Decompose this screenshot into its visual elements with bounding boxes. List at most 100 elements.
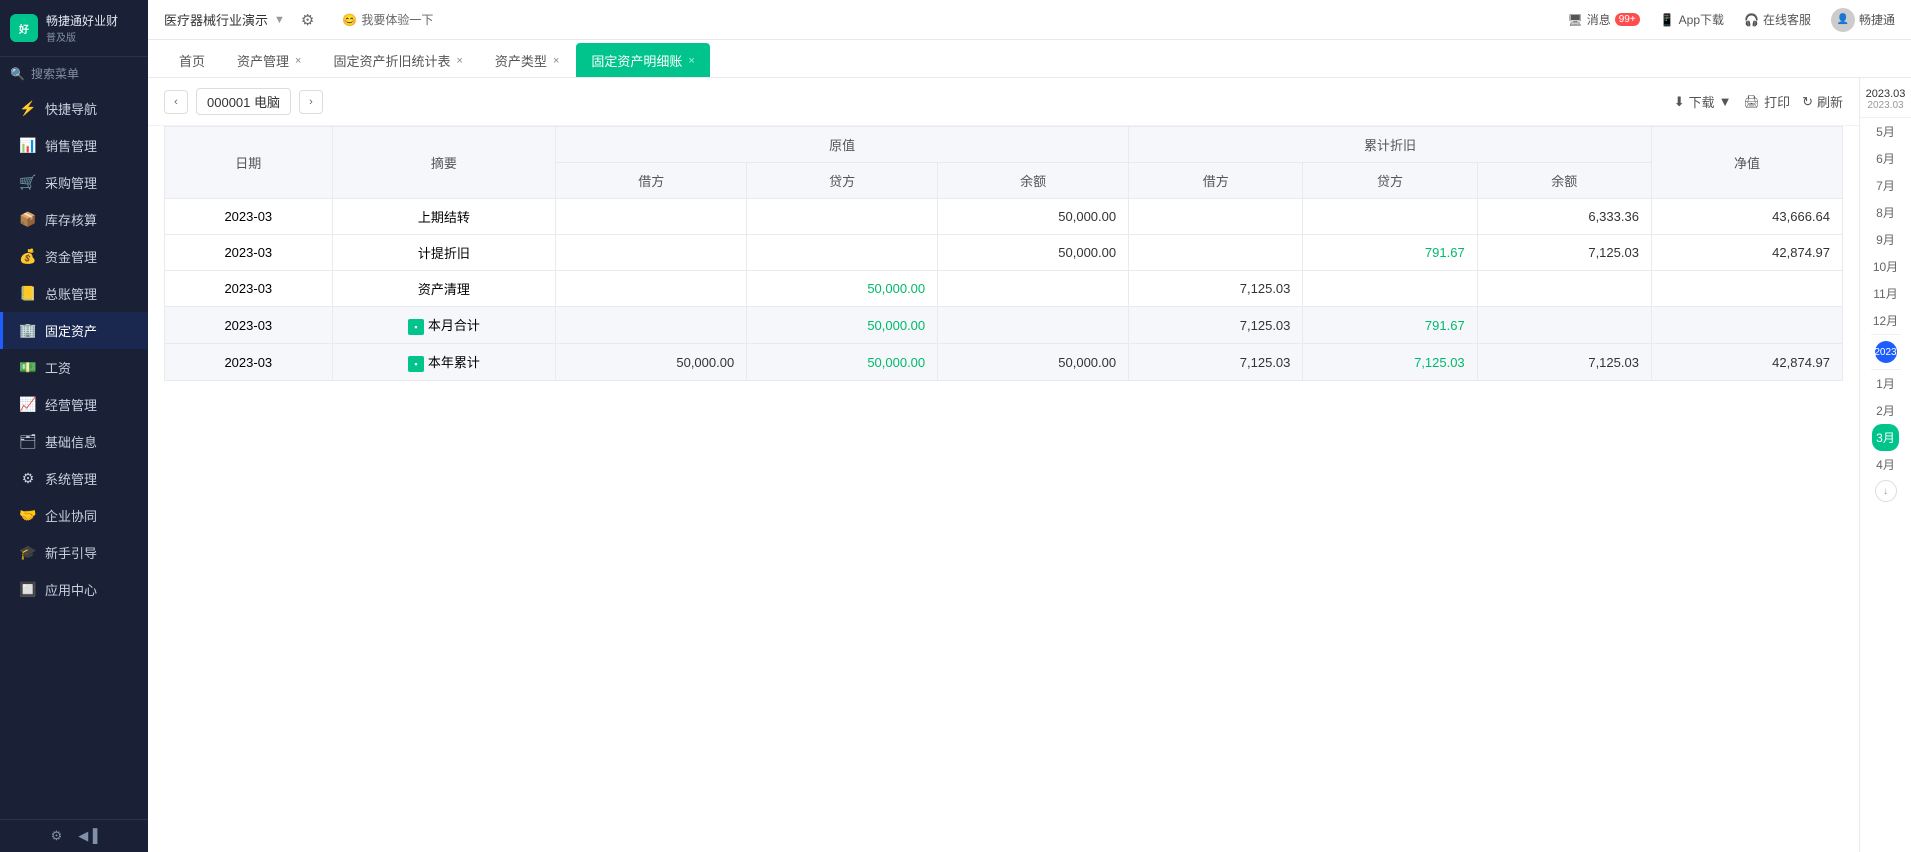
notification-btn[interactable]: 🖥 消息 99+ <box>1567 11 1639 28</box>
date-month-item[interactable]: 5月 <box>1869 118 1902 145</box>
date-month-item[interactable]: 10月 <box>1869 253 1902 280</box>
sidebar-header: 好 畅捷通好业财 普及版 <box>0 0 148 57</box>
col-summary: 摘要 <box>332 127 556 199</box>
prev-asset-btn[interactable]: ‹ <box>164 90 188 114</box>
year-2023-label: 2023 <box>1871 334 1901 370</box>
sidebar-item-sysconfig[interactable]: ⚙ 系统管理 <box>0 460 148 497</box>
sidebar-item-operations[interactable]: 📈 经营管理 <box>0 386 148 423</box>
col-dep-credit: 贷方 <box>1303 163 1477 199</box>
tab-depreciation[interactable]: 固定资产折旧统计表 × <box>318 43 477 77</box>
company-dropdown-arrow: ▼ <box>274 14 285 26</box>
finance-icon: 💰 <box>19 248 37 265</box>
page-toolbar: ‹ 000001 电脑 › ⬇ 下载 ▼ 🖨 打印 ↻ <box>148 78 1859 126</box>
sidebar-item-ledger[interactable]: 📒 总账管理 <box>0 275 148 312</box>
sidebar-item-purchase[interactable]: 🛒 采购管理 <box>0 164 148 201</box>
date-month-item[interactable]: 11月 <box>1869 280 1902 307</box>
sidebar-item-fixedasset[interactable]: 🏢 固定资产 <box>0 312 148 349</box>
date-month-item[interactable]: 4月 <box>1872 451 1899 478</box>
refresh-btn[interactable]: ↻ 刷新 <box>1802 92 1843 111</box>
col-net-value: 净值 <box>1651 127 1842 199</box>
year-badge[interactable]: 2023 <box>1875 341 1897 363</box>
tab-home[interactable]: 首页 <box>164 43 220 77</box>
date-month-item[interactable]: 9月 <box>1869 226 1902 253</box>
asset-code-badge: 000001 电脑 <box>196 88 291 115</box>
date-month-item[interactable]: 8月 <box>1869 199 1902 226</box>
page-content: ‹ 000001 电脑 › ⬇ 下载 ▼ 🖨 打印 ↻ <box>148 78 1859 852</box>
user-icon: 👤 <box>1837 14 1849 25</box>
sidebar-item-finance[interactable]: 💰 资金管理 <box>0 238 148 275</box>
avatar: 👤 <box>1831 8 1855 32</box>
tab-assettype-close[interactable]: × <box>553 55 559 67</box>
tab-ledger-close[interactable]: × <box>688 55 694 67</box>
topbar-right: 🖥 消息 99+ 📱 App下载 🎧 在线客服 👤 畅捷通 <box>1567 8 1895 32</box>
company-selector[interactable]: 医疗器械行业演示 ▼ <box>164 10 285 29</box>
tab-assettype[interactable]: 资产类型 × <box>480 43 574 77</box>
date-month-item[interactable]: 7月 <box>1869 172 1902 199</box>
download-btn[interactable]: ⬇ 下载 ▼ <box>1674 92 1732 111</box>
date-month-item[interactable]: 1月 <box>1872 370 1899 397</box>
sidebar-item-sales[interactable]: 📊 销售管理 <box>0 127 148 164</box>
notification-badge: 99+ <box>1615 13 1640 26</box>
toolbar-left: ‹ 000001 电脑 › <box>164 88 323 115</box>
sales-icon: 📊 <box>19 137 37 154</box>
sidebar-search[interactable]: 🔍 搜索菜单 <box>0 57 148 90</box>
content-wrapper: ‹ 000001 电脑 › ⬇ 下载 ▼ 🖨 打印 ↻ <box>148 78 1911 852</box>
tab-depreciation-close[interactable]: × <box>456 55 462 67</box>
tab-assets[interactable]: 资产管理 × <box>222 43 316 77</box>
col-orig-credit: 贷方 <box>747 163 938 199</box>
search-icon: 🔍 <box>10 67 25 81</box>
quicknav-icon: ⚡ <box>19 100 37 117</box>
ledger-icon: 📒 <box>19 285 37 302</box>
download-icon: ⬇ <box>1674 94 1685 110</box>
trial-btn[interactable]: 😊 我要体验一下 <box>342 11 433 28</box>
toolbar-right: ⬇ 下载 ▼ 🖨 打印 ↻ 刷新 <box>1674 92 1843 111</box>
trial-icon: 😊 <box>342 13 357 27</box>
sidebar-item-quicknav[interactable]: ⚡ 快捷导航 <box>0 90 148 127</box>
basicinfo-icon: 🗂 <box>19 433 37 450</box>
sysconfig-icon: ⚙ <box>19 470 37 487</box>
sidebar-title: 畅捷通好业财 <box>46 12 118 29</box>
guide-icon: 🎓 <box>19 544 37 561</box>
table-container: 日期 摘要 原值 累计折旧 净值 借方 贷方 余额 借方 贷方 余额 <box>148 126 1859 397</box>
sidebar-logo: 好 <box>10 14 38 42</box>
sidebar-item-payroll[interactable]: 💵 工资 <box>0 349 148 386</box>
date-month-item[interactable]: 2月 <box>1872 397 1899 424</box>
sidebar-settings-btn[interactable]: ⚙ <box>51 828 63 844</box>
topbar-settings-icon[interactable]: ⚙ <box>301 11 314 29</box>
print-btn[interactable]: 🖨 打印 <box>1744 92 1791 111</box>
col-accumulated-dep: 累计折旧 <box>1129 127 1652 163</box>
table-row: 2023-03 <box>165 307 333 344</box>
tab-ledger[interactable]: 固定资产明细账 × <box>576 43 709 77</box>
date-panel-header: 2023.03 2023.03 <box>1860 82 1911 118</box>
sidebar-item-basicinfo[interactable]: 🗂 基础信息 <box>0 423 148 460</box>
customer-service-icon: 🎧 <box>1744 13 1759 27</box>
tab-assets-close[interactable]: × <box>295 55 301 67</box>
date-month-item[interactable]: 6月 <box>1869 145 1902 172</box>
date-scroll-down[interactable]: ↓ <box>1875 480 1897 502</box>
sidebar-item-inventory[interactable]: 📦 库存核算 <box>0 201 148 238</box>
app-download-icon: 📱 <box>1660 13 1675 27</box>
sidebar-item-guide[interactable]: 🎓 新手引导 <box>0 534 148 571</box>
sidebar-item-appcenter[interactable]: 🔲 应用中心 <box>0 571 148 608</box>
col-original-value: 原值 <box>556 127 1129 163</box>
customer-service-btn[interactable]: 🎧 在线客服 <box>1744 11 1811 28</box>
inventory-icon: 📦 <box>19 211 37 228</box>
date-month-item[interactable]: 3月 <box>1872 424 1899 451</box>
col-date: 日期 <box>165 127 333 199</box>
topbar: 医疗器械行业演示 ▼ ⚙ 😊 我要体验一下 🖥 消息 99+ 📱 App下载 🎧… <box>148 0 1911 40</box>
refresh-icon: ↻ <box>1802 94 1813 110</box>
date-month-item[interactable]: 12月 <box>1869 307 1902 334</box>
col-dep-balance: 余额 <box>1477 163 1651 199</box>
sidebar-item-collab[interactable]: 🤝 企业协同 <box>0 497 148 534</box>
user-menu[interactable]: 👤 畅捷通 <box>1831 8 1895 32</box>
fixedasset-icon: 🏢 <box>19 322 37 339</box>
sidebar-collapse-btn[interactable]: ◀▐ <box>78 828 97 844</box>
company-name: 医疗器械行业演示 <box>164 10 268 29</box>
app-download-btn[interactable]: 📱 App下载 <box>1660 11 1724 28</box>
date-panel: 2023.03 2023.03 5月6月7月8月9月10月11月12月 2023… <box>1859 78 1911 852</box>
download-dropdown-icon: ▼ <box>1719 94 1732 109</box>
col-dep-debit: 借方 <box>1129 163 1303 199</box>
next-asset-btn[interactable]: › <box>299 90 323 114</box>
col-orig-balance: 余额 <box>938 163 1129 199</box>
table-row: 2023-03 <box>165 344 333 381</box>
